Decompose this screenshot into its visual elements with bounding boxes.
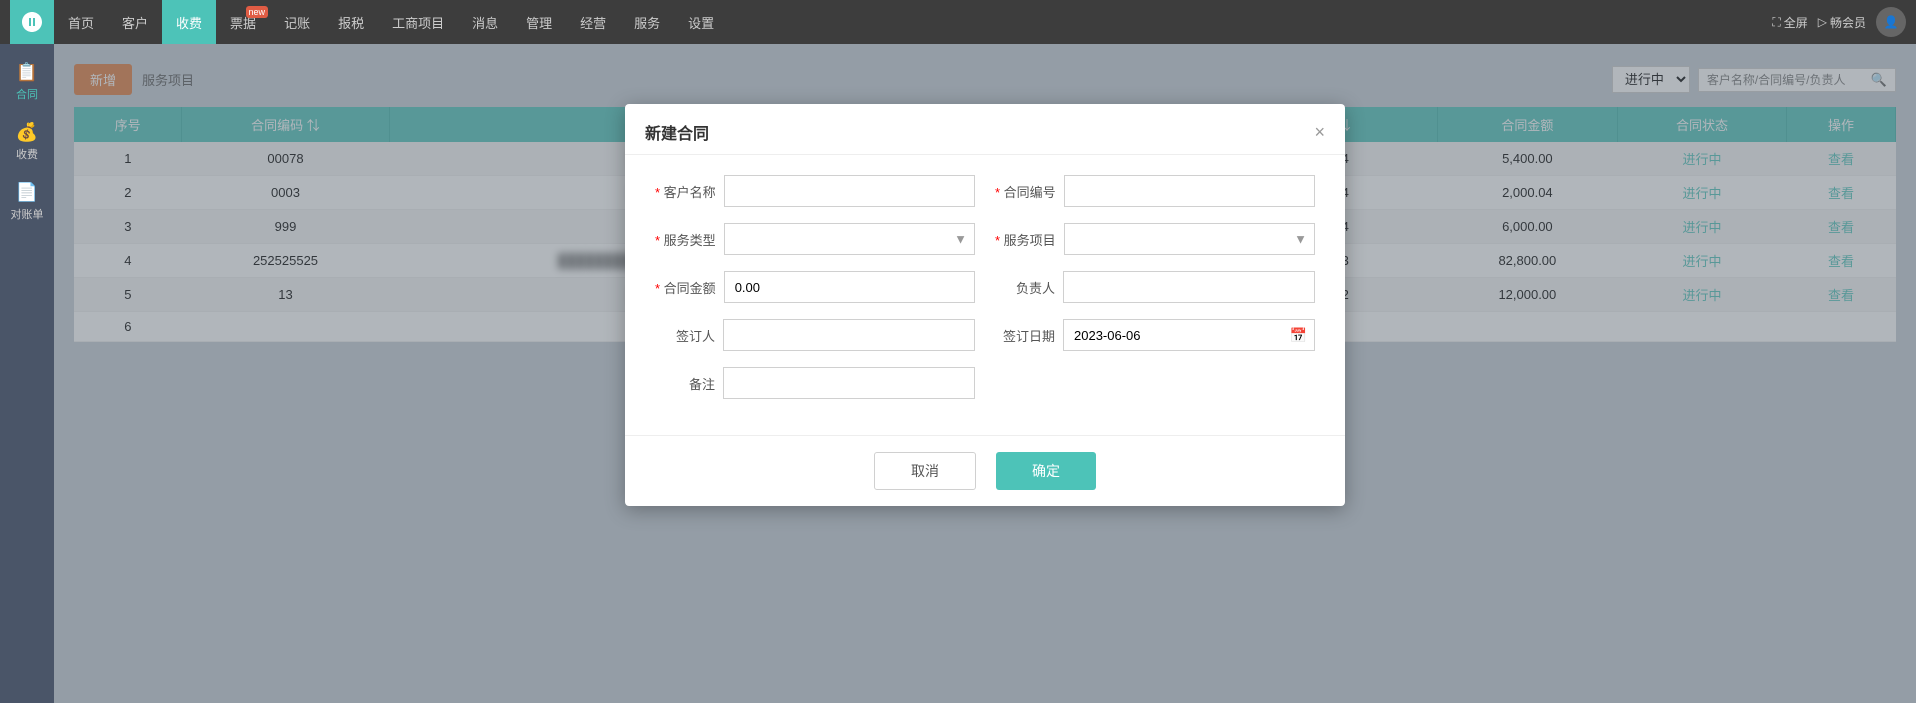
form-row-1: 客户名称 合同编号	[655, 175, 1315, 207]
modal-title: 新建合同	[645, 120, 709, 144]
sidebar-item-contract[interactable]: 📋 合同	[0, 54, 54, 110]
nav-customer[interactable]: 客户	[108, 0, 162, 44]
sidebar-item-fee[interactable]: 💰 收费	[0, 114, 54, 170]
contract-amount-label: 合同金额	[655, 278, 716, 297]
remark-input[interactable]	[723, 367, 975, 399]
signer-group: 签订人	[655, 319, 975, 351]
member-button[interactable]: ▷ 畅会员	[1818, 14, 1866, 31]
cancel-button[interactable]: 取消	[874, 452, 976, 490]
remark-group: 备注	[655, 367, 975, 399]
service-item-select[interactable]	[1064, 223, 1315, 255]
new-badge: new	[246, 6, 269, 18]
customer-name-input[interactable]	[724, 175, 975, 207]
sidebar: 📋 合同 💰 收费 📄 对账单	[0, 44, 54, 703]
remark-label: 备注	[655, 374, 715, 393]
contract-no-label: 合同编号	[995, 182, 1056, 201]
fee-icon: 💰	[16, 122, 38, 143]
signer-label: 签订人	[655, 326, 715, 345]
nav-home[interactable]: 首页	[54, 0, 108, 44]
contract-icon: 📋	[16, 62, 38, 83]
sidebar-item-reconcile[interactable]: 📄 对账单	[0, 174, 54, 230]
nav-manage[interactable]: 管理	[512, 0, 566, 44]
service-type-select[interactable]	[724, 223, 975, 255]
signer-input[interactable]	[723, 319, 975, 351]
user-avatar[interactable]: 👤	[1876, 7, 1906, 37]
nav-fee[interactable]: 收费	[162, 0, 216, 44]
top-navigation: 首页 客户 收费 票据 new 记账 报税 工商项目 消息 管理 经营 服务 设…	[0, 0, 1916, 44]
modal-body: 客户名称 合同编号 服务类型	[625, 155, 1345, 435]
sign-date-group: 签订日期 📅	[995, 319, 1315, 351]
nav-bookkeeping[interactable]: 记账	[270, 0, 324, 44]
nav-invoice[interactable]: 票据 new	[216, 0, 270, 44]
nav-business[interactable]: 工商项目	[378, 0, 458, 44]
nav-tax[interactable]: 报税	[324, 0, 378, 44]
modal-close-button[interactable]: ×	[1314, 122, 1325, 143]
fullscreen-button[interactable]: ⛶ 全屏	[1772, 14, 1807, 31]
form-row-3: 合同金额 负责人	[655, 271, 1315, 303]
new-contract-modal: 新建合同 × 客户名称 合同编号	[625, 104, 1345, 506]
service-item-select-wrapper: ▼	[1064, 223, 1315, 255]
right-tools: ⛶ 全屏 ▷ 畅会员 👤	[1772, 7, 1906, 37]
service-item-label: 服务项目	[995, 230, 1056, 249]
content-area: 新增 服务项目 进行中 已结束 全部 🔍 序号 合同编码 ⇅	[54, 44, 1916, 703]
contract-amount-group: 合同金额	[655, 271, 975, 303]
form-row-4: 签订人 签订日期 📅	[655, 319, 1315, 351]
play-icon: ▷	[1818, 15, 1827, 29]
sign-date-input[interactable]	[1063, 319, 1315, 351]
main-layout: 📋 合同 💰 收费 📄 对账单 新增 服务项目 进行中 已结束 全部	[0, 44, 1916, 703]
service-type-label: 服务类型	[655, 230, 716, 249]
service-item-group: 服务项目 ▼	[995, 223, 1315, 255]
contract-amount-input[interactable]	[724, 271, 975, 303]
contract-no-group: 合同编号	[995, 175, 1315, 207]
modal-header: 新建合同 ×	[625, 104, 1345, 155]
nav-service[interactable]: 服务	[620, 0, 674, 44]
nav-settings[interactable]: 设置	[674, 0, 728, 44]
responsible-label: 负责人	[995, 278, 1055, 297]
responsible-group: 负责人	[995, 271, 1315, 303]
modal-overlay: 新建合同 × 客户名称 合同编号	[54, 44, 1916, 703]
customer-name-group: 客户名称	[655, 175, 975, 207]
service-type-group: 服务类型 ▼	[655, 223, 975, 255]
form-row-2: 服务类型 ▼ 服务项目	[655, 223, 1315, 255]
service-type-select-wrapper: ▼	[724, 223, 975, 255]
form-row-5: 备注	[655, 367, 1315, 399]
sign-date-label: 签订日期	[995, 326, 1055, 345]
confirm-button[interactable]: 确定	[996, 452, 1096, 490]
reconcile-icon: 📄	[16, 182, 38, 203]
nav-operation[interactable]: 经营	[566, 0, 620, 44]
nav-items: 首页 客户 收费 票据 new 记账 报税 工商项目 消息 管理 经营 服务 设…	[54, 0, 1772, 44]
sign-date-wrapper: 📅	[1063, 319, 1315, 351]
app-logo	[10, 0, 54, 44]
responsible-input[interactable]	[1063, 271, 1315, 303]
fullscreen-icon: ⛶	[1772, 15, 1780, 30]
modal-footer: 取消 确定	[625, 435, 1345, 506]
avatar-icon: 👤	[1884, 15, 1899, 29]
customer-name-label: 客户名称	[655, 182, 716, 201]
nav-message[interactable]: 消息	[458, 0, 512, 44]
contract-no-input[interactable]	[1064, 175, 1315, 207]
